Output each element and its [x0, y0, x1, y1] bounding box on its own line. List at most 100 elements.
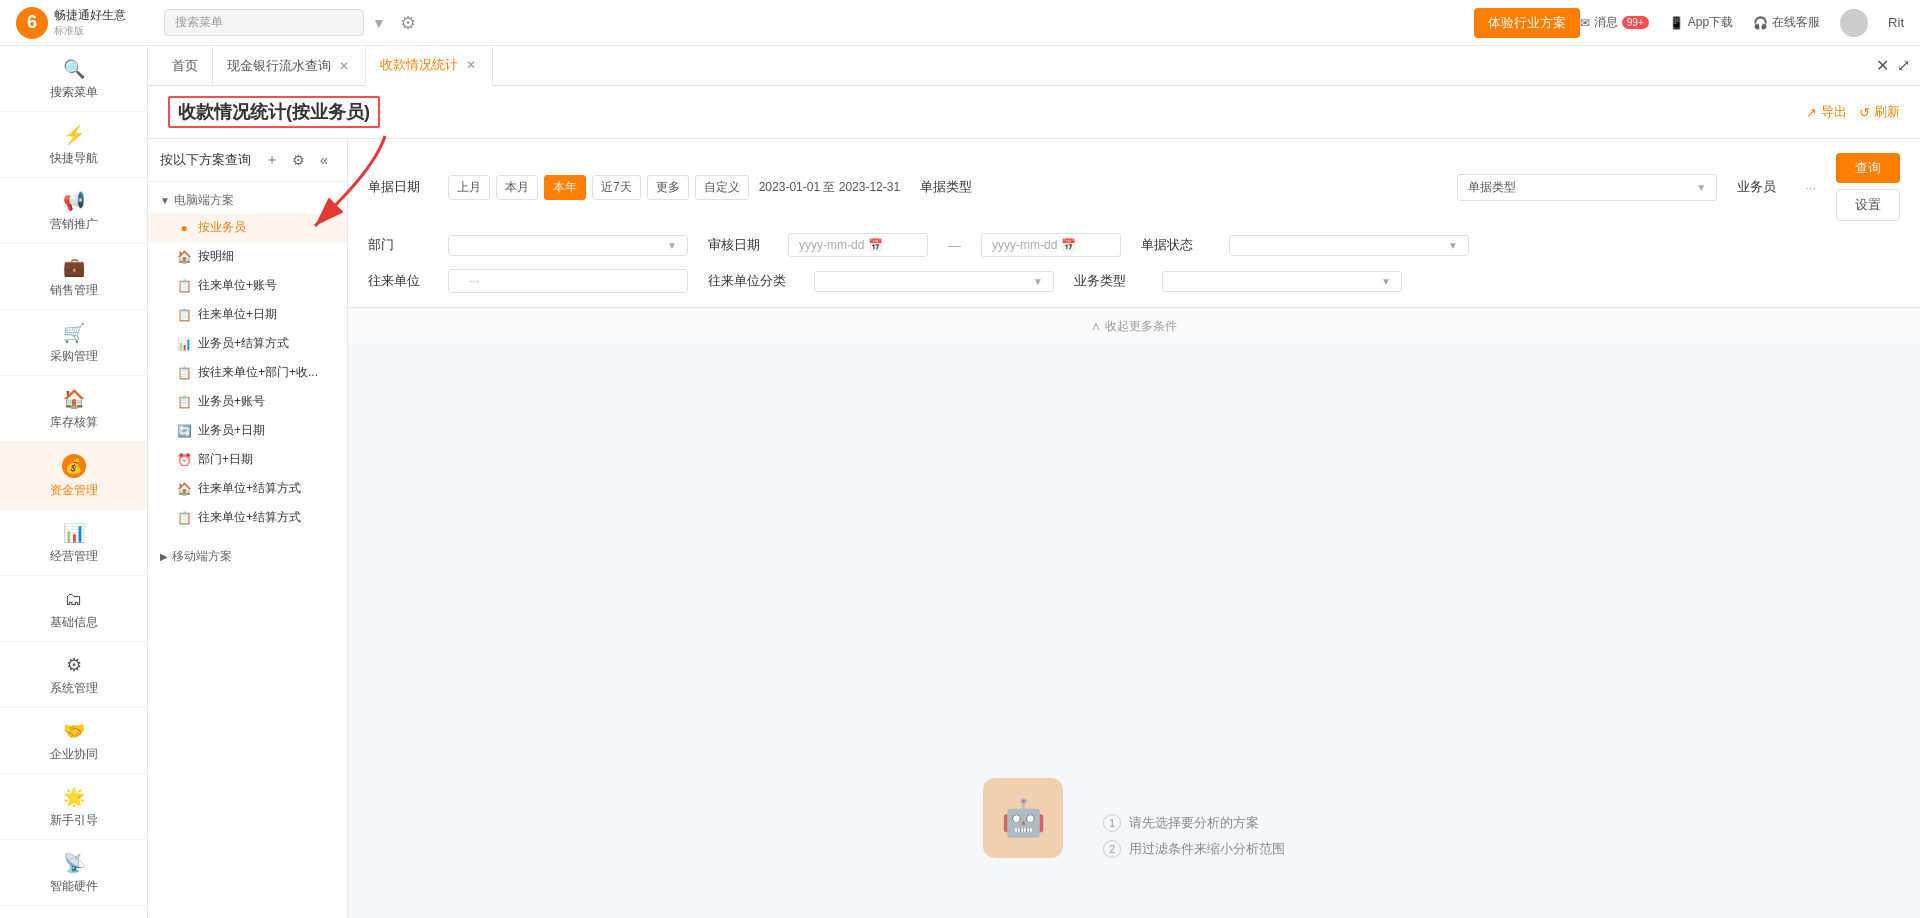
sidebar-item-guide[interactable]: 🌟 新手引导: [0, 774, 147, 840]
scheme-item-unit-account[interactable]: 📋 往来单位+账号: [148, 271, 347, 300]
scheme-unit-account-label: 往来单位+账号: [198, 277, 277, 294]
scheme-sp-account-label: 业务员+账号: [198, 393, 265, 410]
sidebar-item-quick[interactable]: ⚡ 快捷导航: [0, 112, 147, 178]
scheme-mobile-header[interactable]: ▶ 移动端方案: [148, 544, 347, 569]
app-name: 畅捷通好生意: [54, 7, 126, 24]
tab-expand[interactable]: ⤢: [1897, 56, 1910, 75]
biz-type-label: 业务类型: [1074, 272, 1134, 290]
sidebar-item-marketing[interactable]: 📢 营销推广: [0, 178, 147, 244]
counterparty-cat-label: 往来单位分类: [708, 272, 786, 290]
app-edition: 标准版: [54, 24, 126, 38]
scheme-item-unit-settle1[interactable]: 🏠 往来单位+结算方式: [148, 474, 347, 503]
tab-bar: 首页 现金银行流水查询 ✕ 收款情况统计 ✕ ✕ ⤢: [148, 46, 1920, 86]
refresh-label: 刷新: [1874, 103, 1900, 121]
doc-type-select[interactable]: 单据类型 ▼: [1457, 174, 1717, 201]
tab-actions: ✕ ⤢: [1876, 56, 1910, 75]
scheme-header: 按以下方案查询 ＋ ⚙ «: [148, 139, 347, 182]
date-btn-more[interactable]: 更多: [647, 175, 689, 200]
user-name[interactable]: Rit: [1888, 15, 1904, 30]
sidebar-label-basic: 基础信息: [50, 614, 98, 631]
salesperson-more-icon[interactable]: ···: [1805, 180, 1816, 195]
tab-collection-label: 收款情况统计: [380, 56, 458, 74]
tab-close-all[interactable]: ✕: [1876, 56, 1889, 75]
message-nav[interactable]: ✉ 消息 99+: [1580, 14, 1649, 31]
scheme-header-actions: ＋ ⚙ «: [261, 149, 335, 171]
date-btn-last-month[interactable]: 上月: [448, 175, 490, 200]
scheme-unit-date-label: 往来单位+日期: [198, 306, 277, 323]
user-avatar[interactable]: [1840, 9, 1868, 37]
trial-button[interactable]: 体验行业方案: [1474, 8, 1580, 38]
date-btn-custom[interactable]: 自定义: [695, 175, 749, 200]
tab-bank[interactable]: 现金银行流水查询 ✕: [213, 46, 366, 86]
sidebar-item-system[interactable]: ⚙ 系统管理: [0, 642, 147, 708]
scheme-unit-settle2-icon: 📋: [176, 510, 192, 526]
filter-row-3: 往来单位 ··· 往来单位分类 ▼ 业务类型 ▼: [368, 269, 1900, 293]
message-icon: ✉: [1580, 16, 1590, 30]
scheme-item-sp-account[interactable]: 📋 业务员+账号: [148, 387, 347, 416]
scheme-item-salesperson[interactable]: ● 按业务员: [148, 213, 347, 242]
hardware-icon: 📡: [63, 852, 85, 874]
online-service-nav[interactable]: 🎧 在线客服: [1753, 14, 1820, 31]
sidebar-item-enterprise[interactable]: 🤝 企业协同: [0, 708, 147, 774]
sidebar-item-search[interactable]: 🔍 搜索菜单: [0, 46, 147, 112]
scheme-add-button[interactable]: ＋: [261, 149, 283, 171]
scheme-unit-settle2-label: 往来单位+结算方式: [198, 509, 301, 526]
doc-status-select[interactable]: ▼: [1229, 235, 1469, 256]
sidebar-label-search: 搜索菜单: [50, 84, 98, 101]
scheme-item-unit-dept[interactable]: 📋 按往来单位+部门+收...: [148, 358, 347, 387]
search-dropdown-icon[interactable]: ▼: [372, 15, 386, 31]
scheme-gear-button[interactable]: ⚙: [287, 149, 309, 171]
review-date-from[interactable]: yyyy-mm-dd 📅: [788, 233, 928, 257]
sidebar-item-purchase[interactable]: 🛒 采购管理: [0, 310, 147, 376]
empty-tip-1: 1 请先选择要分析的方案: [1103, 814, 1285, 832]
setting-button[interactable]: 设置: [1836, 189, 1900, 221]
system-icon: ⚙: [63, 654, 85, 676]
tab-bank-close[interactable]: ✕: [337, 57, 351, 75]
sidebar-label-purchase: 采购管理: [50, 348, 98, 365]
scheme-collapse-button[interactable]: «: [313, 149, 335, 171]
refresh-button[interactable]: ↺ 刷新: [1859, 103, 1900, 121]
sidebar-item-operations[interactable]: 📊 经营管理: [0, 510, 147, 576]
filter-row-1: 单据日期 上月 本月 本年 近7天 更多 自定义 2023-01-01 至 20…: [368, 153, 1900, 221]
scheme-item-unit-settle2[interactable]: 📋 往来单位+结算方式: [148, 503, 347, 532]
biz-type-select[interactable]: ▼: [1162, 271, 1402, 292]
collapse-more-btn[interactable]: ∧ 收起更多条件: [348, 307, 1920, 345]
tab-home[interactable]: 首页: [158, 46, 213, 86]
dept-select[interactable]: ▼: [448, 235, 688, 256]
query-button[interactable]: 查询: [1836, 153, 1900, 183]
scheme-desktop-header[interactable]: ▼ 电脑端方案: [148, 188, 347, 213]
sidebar-item-sales[interactable]: 💼 销售管理: [0, 244, 147, 310]
tip-num-2: 2: [1103, 840, 1121, 858]
date-btn-this-month[interactable]: 本月: [496, 175, 538, 200]
quick-icon: ⚡: [63, 124, 85, 146]
tip-text-2: 用过滤条件来缩小分析范围: [1129, 840, 1285, 858]
sidebar-label-guide: 新手引导: [50, 812, 98, 829]
counterparty-filter-label: 往来单位: [368, 272, 428, 290]
date-btn-7days[interactable]: 近7天: [592, 175, 641, 200]
sidebar-item-basic[interactable]: 🗂 基础信息: [0, 576, 147, 642]
scheme-dept-date-icon: ⏰: [176, 452, 192, 468]
app-download-nav[interactable]: 📱 App下载: [1669, 14, 1733, 31]
review-date-to[interactable]: yyyy-mm-dd 📅: [981, 233, 1121, 257]
scheme-item-dept-date[interactable]: ⏰ 部门+日期: [148, 445, 347, 474]
date-filter-label: 单据日期: [368, 178, 428, 196]
salesperson-filter-label: 业务员: [1737, 178, 1797, 196]
settings-icon[interactable]: ⚙: [400, 12, 416, 34]
page-header-actions: ↗ 导出 ↺ 刷新: [1806, 103, 1900, 121]
scheme-item-detail[interactable]: 🏠 按明细: [148, 242, 347, 271]
tab-collection[interactable]: 收款情况统计 ✕: [366, 46, 493, 86]
counterparty-input[interactable]: ···: [448, 269, 688, 293]
counterparty-cat-select[interactable]: ▼: [814, 271, 1054, 292]
export-button[interactable]: ↗ 导出: [1806, 103, 1847, 121]
date-btn-this-year[interactable]: 本年: [544, 175, 586, 200]
scheme-item-sp-settle[interactable]: 📊 业务员+结算方式: [148, 329, 347, 358]
purchase-icon: 🛒: [63, 322, 85, 344]
sidebar-item-inventory[interactable]: 🏠 库存核算: [0, 376, 147, 442]
sidebar-item-hardware[interactable]: 📡 智能硬件: [0, 840, 147, 906]
tab-collection-close[interactable]: ✕: [464, 56, 478, 74]
sidebar-item-wechat[interactable]: 💬 企业微信: [0, 906, 147, 918]
scheme-item-unit-date[interactable]: 📋 往来单位+日期: [148, 300, 347, 329]
sidebar-item-finance[interactable]: 💰 资金管理: [0, 442, 147, 510]
counterparty-more-icon[interactable]: ···: [469, 274, 479, 288]
scheme-item-sp-date[interactable]: 🔄 业务员+日期: [148, 416, 347, 445]
